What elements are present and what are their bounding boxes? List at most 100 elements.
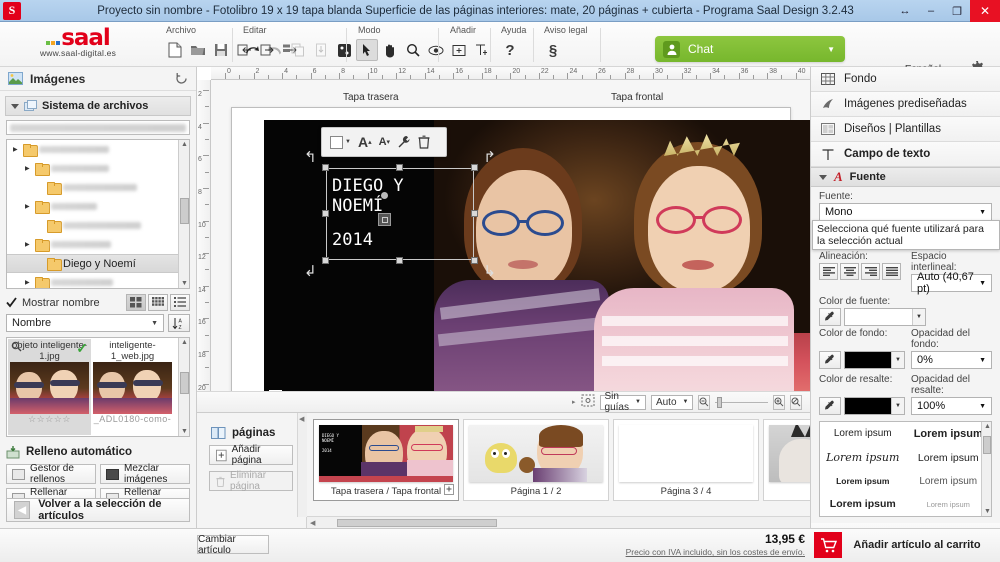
page-card[interactable]: Página 1 / 2 (463, 419, 609, 501)
scroll-left-icon[interactable]: ◀ (310, 519, 315, 527)
small-grid-icon[interactable] (148, 294, 168, 311)
bg-color-swatch[interactable]: ▼ (844, 351, 905, 369)
image-thumbnail-list[interactable]: objeto inteligente-1.jpg ☆☆☆☆☆ ✓ intelig… (6, 337, 190, 437)
image-thumb-item[interactable]: inteligente-1_web.jpg _ADL0180-como- (91, 339, 174, 435)
shuffle-images-button[interactable]: Mezclar imágenes (100, 463, 190, 485)
tree-scrollbar[interactable]: ▲ ▼ (178, 140, 189, 288)
accordion-campo-de-texto[interactable]: Campo de texto (811, 142, 1000, 167)
resize-handle[interactable] (322, 257, 329, 264)
font-color-swatch[interactable]: ▼ (844, 308, 926, 326)
linespacing-select[interactable]: Auto (40,67 pt) ▼ (911, 271, 992, 295)
rotate-handle[interactable]: ↲ (304, 262, 317, 280)
page-card[interactable]: Pág (763, 419, 810, 501)
eyedropper-icon[interactable] (819, 351, 841, 369)
add-after-icon[interactable] (444, 484, 454, 498)
price-note[interactable]: Precio con IVA incluido, sin los costes … (626, 547, 805, 557)
zoom-out-icon[interactable] (698, 394, 711, 410)
resize-handle[interactable] (471, 257, 478, 264)
pages-strip[interactable]: DIEGO Y NOEMÍ 2014 Tapa trasera / Tapa fro… (307, 413, 810, 529)
font-preview-list[interactable]: Lorem ipsum Lorem ipsum Lorem ipsum Lorem i… (819, 421, 992, 517)
font-preview-item[interactable]: Lorem ipsum (820, 422, 906, 446)
filesystem-section-header[interactable]: Sistema de archivos (5, 96, 191, 116)
font-preview-item[interactable]: Lorem ipsum (906, 446, 992, 471)
question-mark-icon[interactable]: ? (499, 39, 521, 61)
align-justify-icon[interactable] (882, 263, 901, 280)
font-select[interactable]: Mono ▼ (819, 203, 992, 221)
expand-triangle-icon[interactable]: ▶ (25, 279, 32, 286)
zoom-slider[interactable] (715, 395, 768, 410)
eyedropper-icon[interactable] (819, 308, 841, 326)
scroll-thumb[interactable] (337, 519, 497, 527)
close-button[interactable]: ✕ (970, 0, 1000, 22)
selected-text-object[interactable]: ↰ ↱ ↲ ↳ DIEGO Y NOEMÍ 2014 (304, 149, 496, 280)
back-to-articles-button[interactable]: ◀ Volver a la selección de artículos (6, 498, 190, 522)
scroll-thumb[interactable] (180, 198, 189, 224)
color-swatch-icon[interactable]: ▼ (330, 135, 351, 149)
highlight-color-swatch[interactable]: ▼ (844, 397, 905, 415)
zoom-select[interactable]: Auto ▼ (650, 394, 694, 410)
font-section-header[interactable]: A Fuente (811, 167, 1000, 187)
preview-eye-icon[interactable] (425, 39, 447, 61)
text-float-toolbar[interactable]: ▼ A ▴ A ▾ (321, 127, 447, 157)
tree-item[interactable]: ▶ (7, 273, 189, 288)
resize-handle[interactable] (322, 210, 329, 217)
guides-icon[interactable] (581, 394, 595, 410)
cursor-arrow-icon[interactable] (356, 39, 378, 61)
maximize-button[interactable]: ❐ (944, 0, 970, 22)
tree-item[interactable]: ▶ (7, 140, 189, 159)
guides-select[interactable]: Sin guías ▼ (599, 391, 646, 413)
link-anchor-dot[interactable] (381, 192, 388, 199)
tree-item[interactable]: Diego y Noemí (7, 254, 189, 273)
change-article-button[interactable]: Cambiar artículo (197, 534, 269, 556)
path-field[interactable] (6, 120, 190, 135)
open-folder-icon[interactable] (187, 39, 209, 61)
font-preview-item[interactable]: Lorem ipsum (820, 493, 906, 517)
align-right-icon[interactable] (861, 263, 880, 280)
resize-handle[interactable] (471, 164, 478, 171)
expand-triangle-icon[interactable]: ▶ (13, 146, 20, 153)
section-sign-icon[interactable]: § (542, 39, 564, 61)
rotate-handle[interactable]: ↱ (483, 148, 496, 166)
puzzle-icon[interactable] (333, 39, 355, 61)
scroll-up-icon[interactable]: ▲ (984, 423, 991, 430)
delete-trash-icon[interactable] (418, 135, 430, 149)
add-page-button[interactable]: Añadir página (209, 444, 293, 466)
resize-handle[interactable] (322, 164, 329, 171)
page-card[interactable]: Página 3 / 4 (613, 419, 759, 501)
eyedropper-icon[interactable] (819, 397, 841, 415)
zoom-in-icon[interactable] (773, 394, 785, 410)
thumb-rating-stars[interactable]: ☆☆☆☆☆ (9, 414, 90, 425)
scroll-down-icon[interactable]: ▼ (181, 280, 188, 287)
resize-handle[interactable] (396, 257, 403, 264)
decrease-font-icon[interactable]: A ▾ (379, 136, 390, 148)
highlight-opacity-select[interactable]: 100% ▼ (911, 397, 992, 415)
bg-opacity-select[interactable]: 0% ▼ (911, 351, 992, 369)
restore-all-button[interactable]: ↔ (892, 0, 918, 22)
tree-item[interactable] (7, 216, 189, 235)
increase-font-icon[interactable]: A ▴ (358, 134, 372, 150)
hand-pan-icon[interactable] (379, 39, 401, 61)
zoom-magnifier-icon[interactable] (402, 39, 424, 61)
page-sheet[interactable]: ▣ ▼ A▴ A▾ (231, 107, 810, 412)
show-name-checkbox[interactable] (6, 297, 17, 308)
magnifier-icon[interactable] (11, 341, 22, 355)
scroll-thumb[interactable] (983, 436, 991, 454)
pages-strip-scrollbar[interactable]: ◀ (307, 516, 810, 528)
paste-icon[interactable] (310, 39, 332, 61)
expand-triangle-icon[interactable]: ▶ (25, 203, 32, 210)
refresh-icon[interactable] (175, 72, 188, 85)
tree-item[interactable]: ▶ (7, 235, 189, 254)
accordion-disenos-plantillas[interactable]: Diseños | Plantillas (811, 117, 1000, 142)
folder-tree[interactable]: ▶▶▶▶Diego y Noemí▶▶ ▲ ▼ (6, 139, 190, 289)
expand-triangle-icon[interactable]: ▶ (25, 241, 32, 248)
copy-icon[interactable] (287, 39, 309, 61)
font-preview-item[interactable]: Lorem ipsum (906, 470, 992, 493)
save-disk-icon[interactable] (210, 39, 232, 61)
expand-triangle-icon[interactable]: ▶ (25, 165, 32, 172)
tree-item[interactable]: ▶ (7, 197, 189, 216)
add-to-cart-button[interactable]: Añadir artículo al carrito (814, 532, 992, 558)
sort-az-icon[interactable]: AZ (168, 314, 190, 332)
scroll-up-icon[interactable]: ▲ (181, 141, 188, 148)
align-left-icon[interactable] (819, 263, 838, 280)
add-image-frame-icon[interactable] (448, 39, 470, 61)
